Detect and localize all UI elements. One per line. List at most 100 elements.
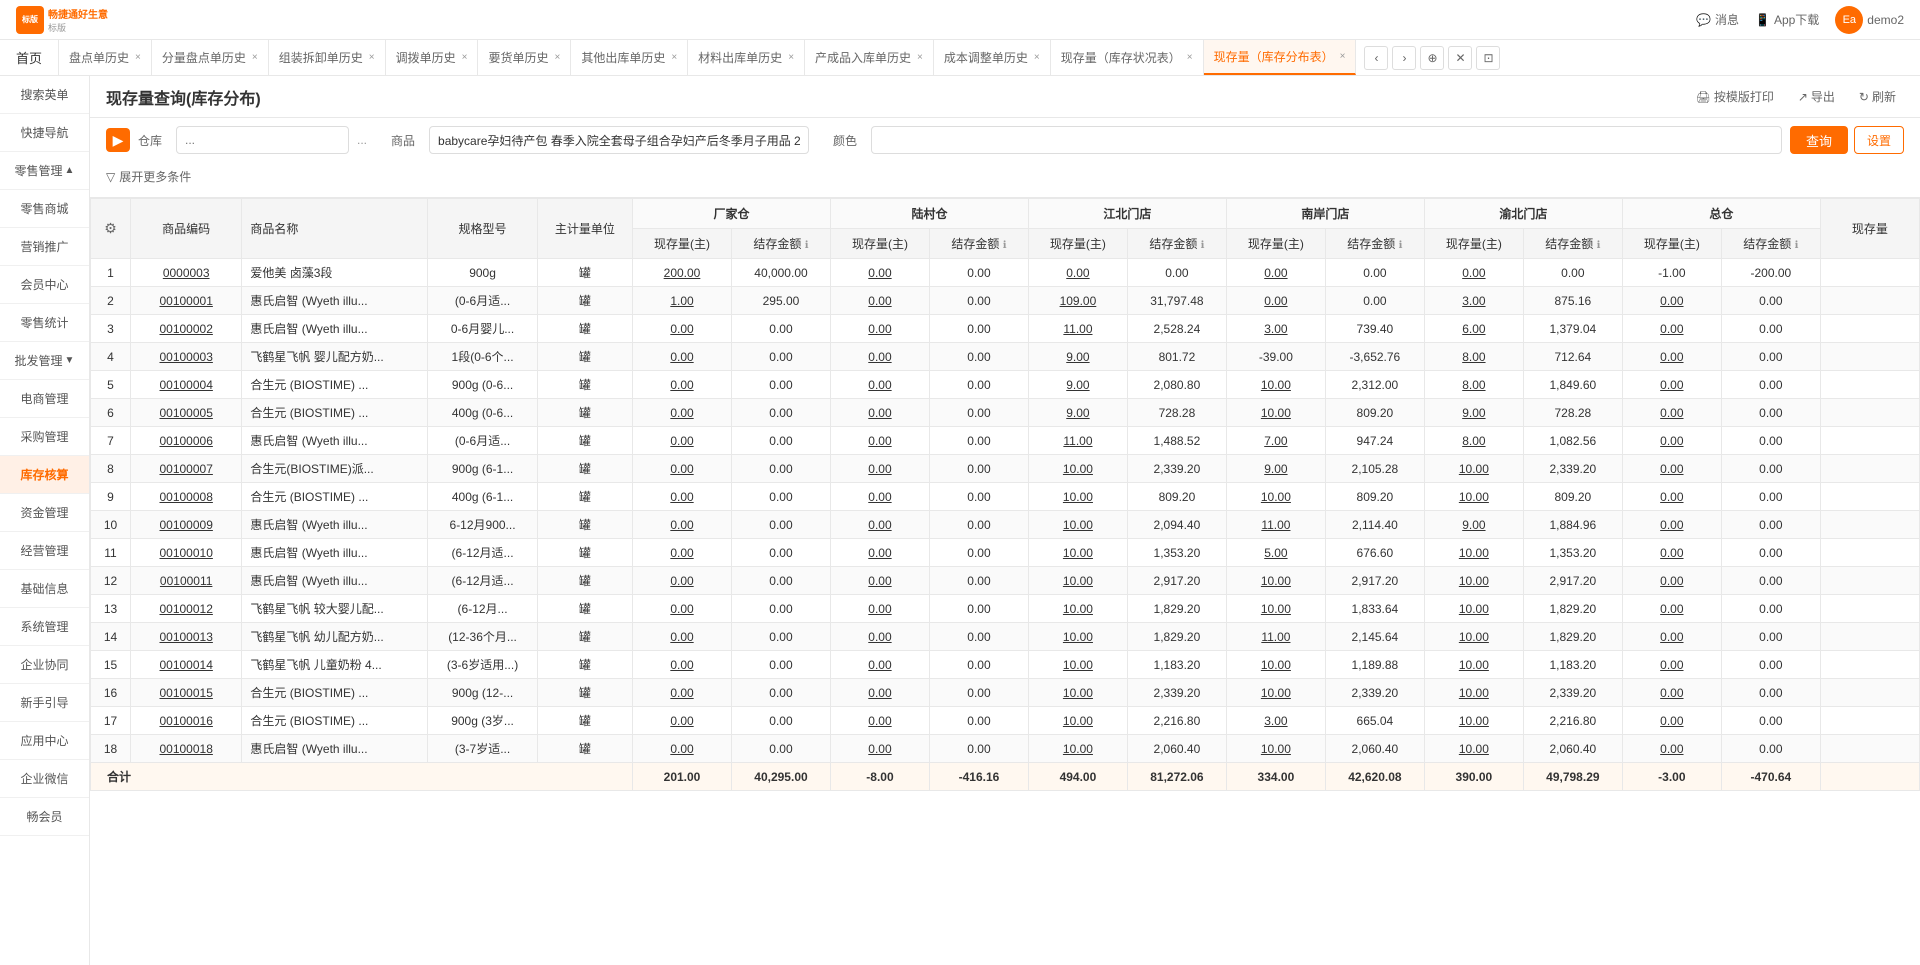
cell-wh5-qty[interactable]: 0.00: [1424, 259, 1523, 287]
cell-wh1-qty[interactable]: 0.00: [633, 623, 732, 651]
cell-wh4-qty[interactable]: -39.00: [1226, 343, 1325, 371]
sidebar-item-system[interactable]: 系统管理: [0, 608, 89, 646]
cell-wh5-qty[interactable]: 10.00: [1424, 483, 1523, 511]
cell-wh3-qty[interactable]: 0.00: [1028, 259, 1127, 287]
cell-wh4-qty[interactable]: 10.00: [1226, 371, 1325, 399]
filter-expand-btn[interactable]: ▽ 展开更多条件: [106, 168, 1904, 185]
tab-close-1[interactable]: ×: [135, 52, 141, 63]
cell-code[interactable]: 00100016: [131, 707, 242, 735]
message-button[interactable]: 💬 消息: [1696, 11, 1739, 28]
cell-total-qty[interactable]: 0.00: [1622, 539, 1721, 567]
sidebar-item-wechat[interactable]: 企业微信: [0, 760, 89, 798]
cell-wh3-qty[interactable]: 10.00: [1028, 623, 1127, 651]
tab-next-btn[interactable]: ›: [1392, 46, 1416, 70]
cell-wh4-qty[interactable]: 10.00: [1226, 679, 1325, 707]
cell-total-qty[interactable]: 0.00: [1622, 427, 1721, 455]
tab-more-btn[interactable]: ⊕: [1420, 46, 1444, 70]
sidebar-item-enterprise[interactable]: 企业协同: [0, 646, 89, 684]
cell-wh5-qty[interactable]: 6.00: [1424, 315, 1523, 343]
cell-wh3-qty[interactable]: 11.00: [1028, 427, 1127, 455]
cell-wh4-qty[interactable]: 10.00: [1226, 735, 1325, 763]
cell-wh4-qty[interactable]: 11.00: [1226, 623, 1325, 651]
tab-item-3[interactable]: 组装拆卸单历史 ×: [269, 40, 386, 75]
tab-close-10[interactable]: ×: [1187, 52, 1193, 63]
cell-code[interactable]: 00100010: [131, 539, 242, 567]
cell-wh2-qty[interactable]: 0.00: [830, 427, 929, 455]
cell-wh5-qty[interactable]: 10.00: [1424, 455, 1523, 483]
tab-close-all-btn[interactable]: ✕: [1448, 46, 1472, 70]
cell-wh5-qty[interactable]: 10.00: [1424, 707, 1523, 735]
cell-wh3-qty[interactable]: 10.00: [1028, 679, 1127, 707]
cell-wh4-qty[interactable]: 11.00: [1226, 511, 1325, 539]
cell-wh2-qty[interactable]: 0.00: [830, 679, 929, 707]
cell-wh3-qty[interactable]: 10.00: [1028, 539, 1127, 567]
cell-total-qty[interactable]: 0.00: [1622, 623, 1721, 651]
cell-wh4-qty[interactable]: 7.00: [1226, 427, 1325, 455]
cell-total-qty[interactable]: 0.00: [1622, 287, 1721, 315]
tab-close-11[interactable]: ×: [1340, 51, 1346, 62]
cell-wh5-qty[interactable]: 3.00: [1424, 287, 1523, 315]
cell-wh2-qty[interactable]: 0.00: [830, 315, 929, 343]
sidebar-item-basic[interactable]: 基础信息: [0, 570, 89, 608]
cell-wh1-qty[interactable]: 200.00: [633, 259, 732, 287]
tab-item-11[interactable]: 现存量（库存分布表） ×: [1204, 40, 1357, 75]
tab-close-2[interactable]: ×: [252, 52, 258, 63]
cell-code[interactable]: 00100011: [131, 567, 242, 595]
cell-wh1-qty[interactable]: 0.00: [633, 343, 732, 371]
sidebar-item-inventory[interactable]: 库存核算: [0, 456, 89, 494]
cell-total-qty[interactable]: 0.00: [1622, 399, 1721, 427]
cell-code[interactable]: 00100007: [131, 455, 242, 483]
cell-wh5-qty[interactable]: 9.00: [1424, 511, 1523, 539]
cell-total-qty[interactable]: 0.00: [1622, 343, 1721, 371]
cell-code[interactable]: 00100005: [131, 399, 242, 427]
cell-wh1-qty[interactable]: 0.00: [633, 651, 732, 679]
cell-wh4-qty[interactable]: 5.00: [1226, 539, 1325, 567]
cell-total-qty[interactable]: -1.00: [1622, 259, 1721, 287]
tab-item-9[interactable]: 成本调整单历史 ×: [934, 40, 1051, 75]
cell-wh3-qty[interactable]: 109.00: [1028, 287, 1127, 315]
filter-toggle-btn[interactable]: ▶: [106, 128, 130, 152]
cell-wh2-qty[interactable]: 0.00: [830, 287, 929, 315]
tab-close-4[interactable]: ×: [462, 52, 468, 63]
cell-wh1-qty[interactable]: 0.00: [633, 455, 732, 483]
cell-wh2-qty[interactable]: 0.00: [830, 399, 929, 427]
cell-wh3-qty[interactable]: 9.00: [1028, 371, 1127, 399]
sidebar-item-finance[interactable]: 资金管理: [0, 494, 89, 532]
cell-total-qty[interactable]: 0.00: [1622, 511, 1721, 539]
cell-wh1-qty[interactable]: 0.00: [633, 399, 732, 427]
cell-code[interactable]: 00100008: [131, 483, 242, 511]
cell-wh5-qty[interactable]: 10.00: [1424, 595, 1523, 623]
cell-wh5-qty[interactable]: 10.00: [1424, 539, 1523, 567]
cell-wh3-qty[interactable]: 11.00: [1028, 315, 1127, 343]
tab-item-7[interactable]: 材料出库单历史 ×: [688, 40, 805, 75]
sidebar-item-shortcut[interactable]: 快捷导航: [0, 114, 89, 152]
user-area[interactable]: Ea demo2: [1835, 6, 1904, 34]
tab-close-7[interactable]: ×: [788, 52, 794, 63]
sidebar-item-guide[interactable]: 新手引导: [0, 684, 89, 722]
tab-prev-btn[interactable]: ‹: [1364, 46, 1388, 70]
cell-wh3-qty[interactable]: 10.00: [1028, 595, 1127, 623]
cell-wh2-qty[interactable]: 0.00: [830, 651, 929, 679]
cell-code[interactable]: 0000003: [131, 259, 242, 287]
cell-wh5-qty[interactable]: 10.00: [1424, 735, 1523, 763]
color-input[interactable]: [871, 126, 1782, 154]
cell-wh4-qty[interactable]: 10.00: [1226, 651, 1325, 679]
cell-wh5-qty[interactable]: 8.00: [1424, 427, 1523, 455]
cell-wh5-qty[interactable]: 10.00: [1424, 623, 1523, 651]
cell-wh3-qty[interactable]: 10.00: [1028, 483, 1127, 511]
cell-wh3-qty[interactable]: 9.00: [1028, 399, 1127, 427]
cell-wh2-qty[interactable]: 0.00: [830, 455, 929, 483]
cell-total-qty[interactable]: 0.00: [1622, 707, 1721, 735]
tab-close-9[interactable]: ×: [1034, 52, 1040, 63]
cell-total-qty[interactable]: 0.00: [1622, 455, 1721, 483]
cell-wh5-qty[interactable]: 10.00: [1424, 679, 1523, 707]
cell-wh2-qty[interactable]: 0.00: [830, 623, 929, 651]
cell-wh5-qty[interactable]: 10.00: [1424, 567, 1523, 595]
tab-close-6[interactable]: ×: [671, 52, 677, 63]
cell-wh5-qty[interactable]: 10.00: [1424, 651, 1523, 679]
cell-code[interactable]: 00100002: [131, 315, 242, 343]
cell-wh4-qty[interactable]: 10.00: [1226, 567, 1325, 595]
app-download-button[interactable]: 📱 App下载: [1755, 11, 1819, 28]
cell-wh2-qty[interactable]: 0.00: [830, 343, 929, 371]
cell-wh3-qty[interactable]: 10.00: [1028, 511, 1127, 539]
